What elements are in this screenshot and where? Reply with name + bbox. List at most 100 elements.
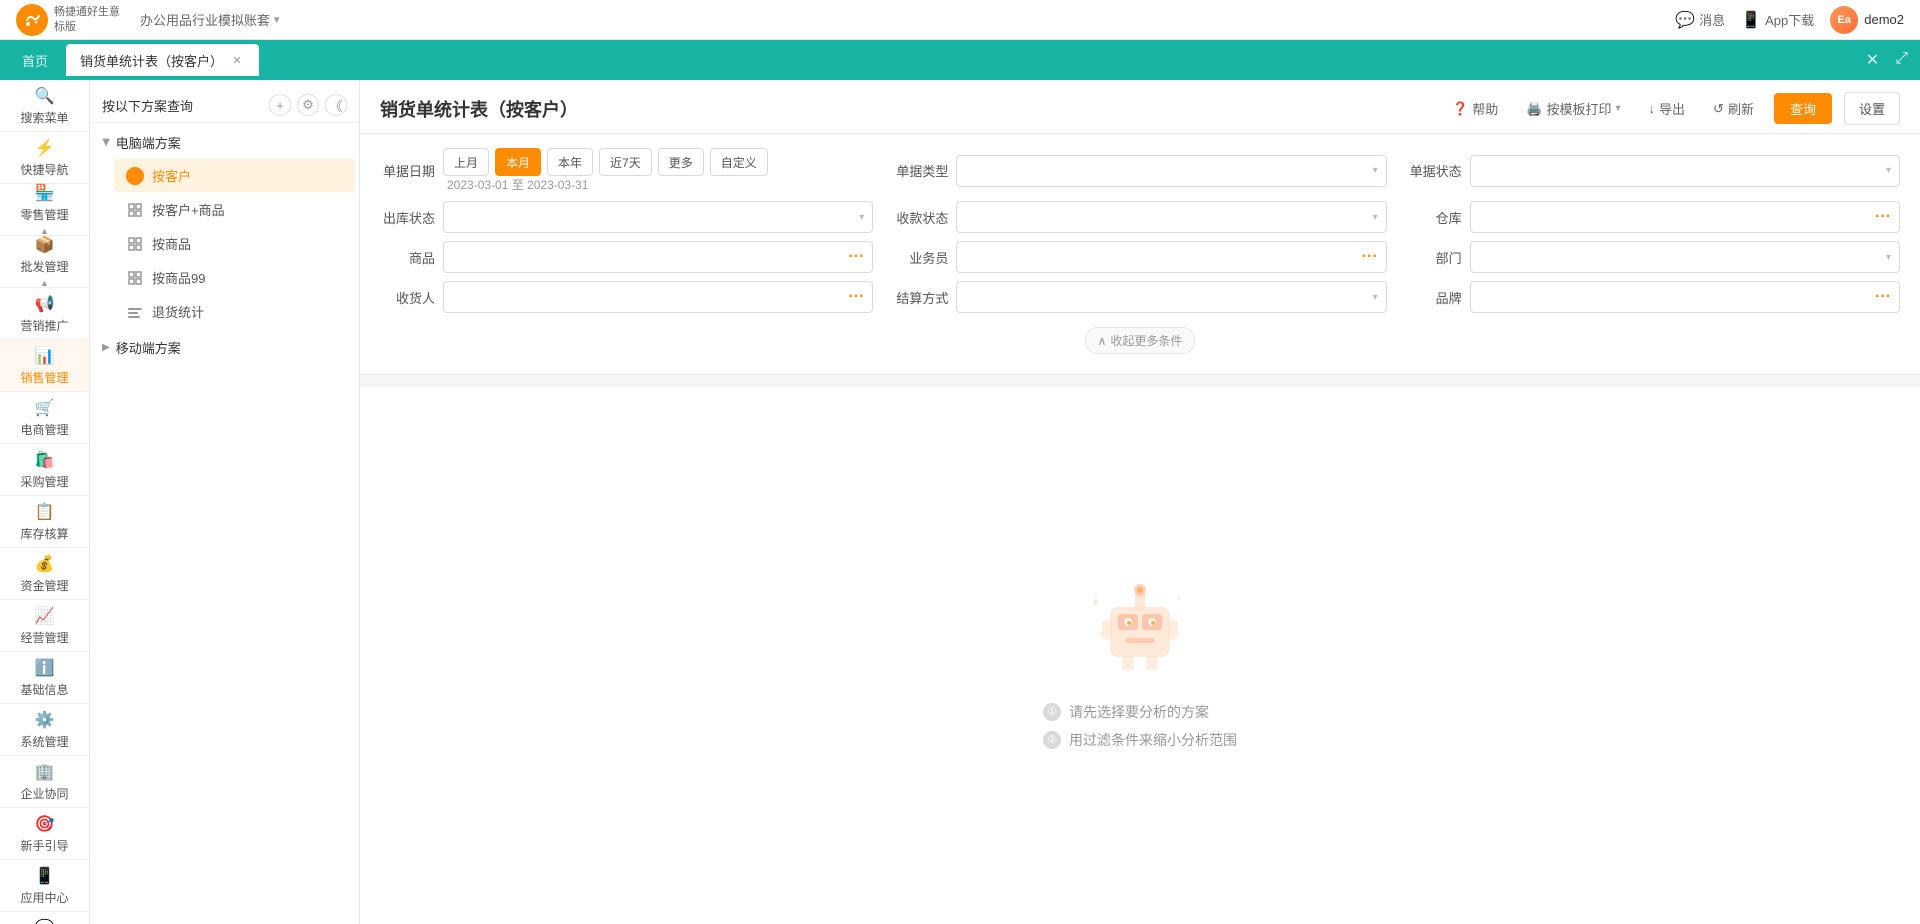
filter-row-2: 出库状态 ▾ 收款状态 ▾ 仓库	[380, 201, 1900, 233]
type-select[interactable]: ▾	[956, 155, 1386, 187]
scheme-collapse-button[interactable]: 《	[325, 94, 347, 116]
sidebar-item-basic[interactable]: ℹ️ 基础信息	[0, 652, 89, 704]
tab-close-all-button[interactable]: ✕	[1862, 46, 1883, 74]
desktop-group-arrow: ▶	[100, 139, 111, 147]
sidebar-item-quick-nav[interactable]: ⚡ 快捷导航	[0, 132, 89, 184]
filter-row-1: 单据日期 上月 本月 本年 近7天 更多 自定义	[380, 148, 1900, 193]
sales-icon: 📊	[35, 346, 55, 366]
quick-nav-icon: ⚡	[35, 138, 55, 158]
product99-icon	[126, 269, 144, 287]
salesperson-input[interactable]: ···	[956, 241, 1386, 273]
ship-filter-cell: 出库状态 ▾	[380, 201, 873, 233]
scheme-item-by-product99[interactable]: 按商品99	[114, 261, 355, 294]
payment-label: 结算方式	[893, 288, 948, 307]
warehouse-dots: ···	[1875, 208, 1891, 226]
print-button[interactable]: 🖨️ 按模板打印 ▾	[1518, 95, 1628, 122]
receiver-input[interactable]: ···	[443, 281, 873, 313]
payment-filter-cell: 结算方式 ▾	[893, 281, 1386, 313]
wholesale-expand-icon: ▲	[40, 278, 49, 288]
app-download-button[interactable]: 📱 App下载	[1741, 10, 1814, 30]
user-menu[interactable]: Ea demo2	[1830, 6, 1904, 34]
query-button[interactable]: 查询	[1774, 93, 1832, 124]
tab-close-button[interactable]: ✕	[229, 52, 245, 68]
warehouse-input[interactable]: ···	[1470, 201, 1900, 233]
refresh-icon: ↺	[1713, 101, 1724, 117]
sidebar-item-wholesale[interactable]: 📦 批发管理 ▲	[0, 236, 89, 288]
status-select[interactable]: ▾	[1470, 155, 1900, 187]
status-filter-cell: 单据状态 ▾	[1407, 148, 1900, 193]
sidebar-item-enterprise[interactable]: 🏢 企业协同	[0, 756, 89, 808]
product-input[interactable]: ···	[443, 241, 873, 273]
logo-text: 畅捷通好生意 标版	[54, 5, 120, 34]
scheme-group-mobile: ▶ 移动端方案	[90, 332, 359, 363]
avatar: Ea	[1830, 6, 1858, 34]
date-7days-btn[interactable]: 近7天	[599, 148, 652, 176]
scheme-group-desktop-header[interactable]: ▶ 电脑端方案	[90, 127, 359, 158]
date-curr-month-btn[interactable]: 本月	[495, 148, 541, 176]
sidebar-item-inventory[interactable]: 📋 库存核算	[0, 496, 89, 548]
type-label: 单据类型	[893, 161, 948, 180]
sidebar-item-sales[interactable]: 📊 销售管理	[0, 340, 89, 392]
dept-filter-cell: 部门 ▾	[1407, 241, 1900, 273]
sidebar-item-search-menu[interactable]: 🔍 搜索菜单	[0, 80, 89, 132]
dept-label: 部门	[1407, 248, 1462, 267]
product-dots: ···	[848, 248, 864, 266]
refresh-button[interactable]: ↺ 刷新	[1705, 95, 1762, 122]
tab-home[interactable]: 首页	[8, 44, 62, 76]
sidebar-item-marketing[interactable]: 📢 营销推广	[0, 288, 89, 340]
scheme-item-return-stat[interactable]: 退货统计	[114, 295, 355, 328]
help-button[interactable]: ❓ 帮助	[1444, 95, 1506, 122]
scheme-item-by-customer[interactable]: ● 按客户	[114, 159, 355, 192]
collapse-button[interactable]: ∧ 收起更多条件	[1085, 327, 1196, 354]
sidebar-item-ecom[interactable]: 🛒 电商管理	[0, 392, 89, 444]
scheme-item-by-customer-product[interactable]: 按客户+商品	[114, 193, 355, 226]
tab-bar: 首页 销货单统计表（按客户） ✕ ✕ ⤢	[0, 40, 1920, 80]
settings-button[interactable]: 设置	[1844, 92, 1900, 125]
brand-input[interactable]: ···	[1470, 281, 1900, 313]
filter-row-4: 收货人 ··· 结算方式 ▾ 品牌	[380, 281, 1900, 313]
date-curr-year-btn[interactable]: 本年	[547, 148, 593, 176]
content-area: 按以下方案查询 + ⚙ 《	[90, 80, 1920, 924]
warehouse-filter-cell: 仓库 ···	[1407, 201, 1900, 233]
date-buttons: 上月 本月 本年 近7天 更多 自定义	[443, 148, 873, 176]
message-button[interactable]: 💬 消息	[1675, 10, 1725, 30]
scheme-group-mobile-header[interactable]: ▶ 移动端方案	[90, 332, 359, 363]
sidebar-item-finance[interactable]: 💰 资金管理	[0, 548, 89, 600]
type-filter-cell: 单据类型 ▾	[893, 148, 1386, 193]
sidebar-item-appcenter[interactable]: 📱 应用中心	[0, 860, 89, 912]
breadcrumb-arrow: ▾	[274, 13, 280, 26]
scheme-add-button[interactable]: +	[269, 94, 291, 116]
export-button[interactable]: ↓ 导出	[1641, 95, 1694, 122]
receipt-label: 收款状态	[893, 208, 948, 227]
scheme-item-by-product[interactable]: 按商品	[114, 227, 355, 260]
logo-area: 畅捷通好生意 标版	[16, 4, 120, 36]
sidebar-item-guide[interactable]: 🎯 新手引导	[0, 808, 89, 860]
breadcrumb[interactable]: 办公用品行业模拟账套 ▾	[140, 10, 280, 29]
top-header: 畅捷通好生意 标版 办公用品行业模拟账套 ▾ 💬 消息 📱 App下载 Ea d…	[0, 0, 1920, 40]
page-header: 销货单统计表（按客户） ❓ 帮助 🖨️ 按模板打印 ▾ ↓	[360, 80, 1920, 134]
ship-select[interactable]: ▾	[443, 201, 873, 233]
type-select-arrow: ▾	[1373, 165, 1378, 176]
date-filter-cell: 单据日期 上月 本月 本年 近7天 更多 自定义	[380, 148, 873, 193]
date-custom-btn[interactable]: 自定义	[710, 148, 768, 176]
sidebar-item-wechat[interactable]: 💬 企业微信	[0, 912, 89, 924]
scheme-group-desktop-items: ● 按客户 按客户+商品	[90, 159, 359, 328]
scheme-actions: + ⚙ 《	[269, 94, 347, 116]
date-more-btn[interactable]: 更多	[658, 148, 704, 176]
tab-fullscreen-button[interactable]: ⤢	[1891, 46, 1912, 74]
date-prev-month-btn[interactable]: 上月	[443, 148, 489, 176]
dept-select[interactable]: ▾	[1470, 241, 1900, 273]
sidebar-item-system[interactable]: ⚙️ 系统管理	[0, 704, 89, 756]
svg-text:✦: ✦	[1175, 594, 1183, 605]
inventory-icon: 📋	[35, 502, 55, 522]
collapse-icon: ∧	[1098, 334, 1107, 348]
sidebar-item-purchase[interactable]: 🛍️ 采购管理	[0, 444, 89, 496]
tab-sales-stat[interactable]: 销货单统计表（按客户） ✕	[66, 44, 259, 76]
sidebar-item-retail[interactable]: 🏪 零售管理 ▲	[0, 184, 89, 236]
sidebar-item-ops[interactable]: 📈 经营管理	[0, 600, 89, 652]
payment-select[interactable]: ▾	[956, 281, 1386, 313]
system-icon: ⚙️	[35, 710, 55, 730]
search-icon: 🔍	[35, 86, 55, 106]
scheme-settings-button[interactable]: ⚙	[297, 94, 319, 116]
receipt-select[interactable]: ▾	[956, 201, 1386, 233]
